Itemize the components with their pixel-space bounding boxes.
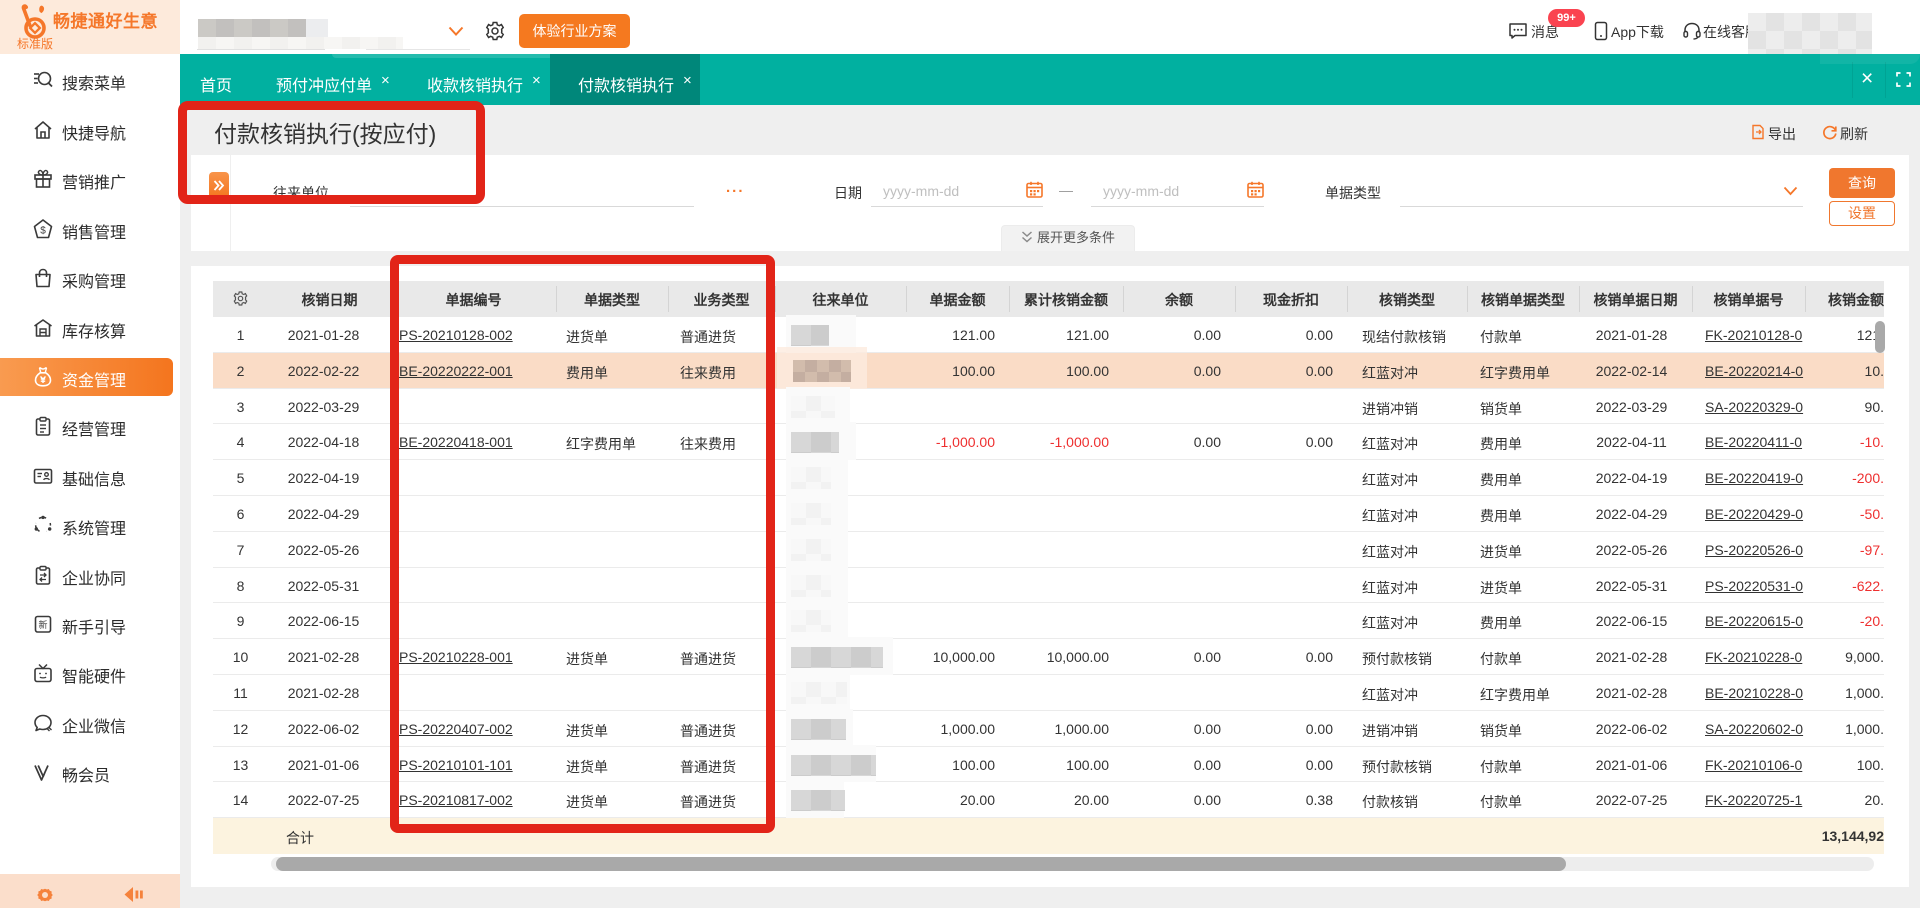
svg-text:新: 新 (38, 619, 47, 630)
svg-text:$: $ (40, 226, 46, 237)
